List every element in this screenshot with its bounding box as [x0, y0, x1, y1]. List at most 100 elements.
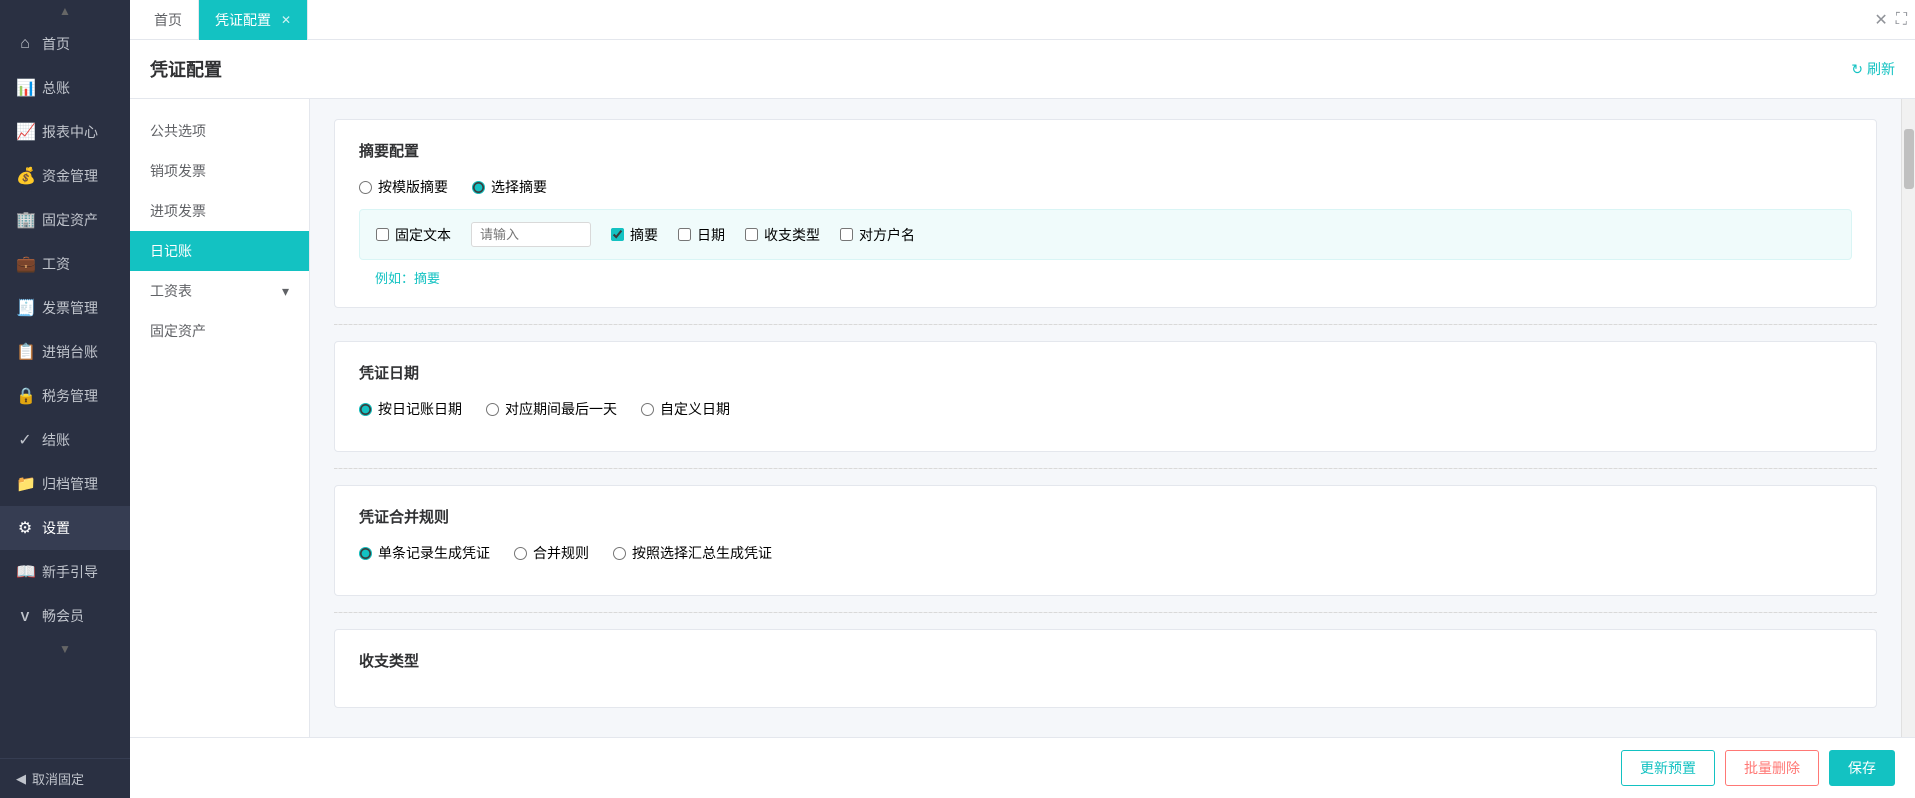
ledger-icon: 📊 — [16, 78, 34, 98]
income-type-section: 收支类型 — [334, 629, 1877, 708]
payroll-expand-icon: ▾ — [282, 283, 289, 300]
summary-radio-select-input[interactable] — [472, 181, 485, 194]
batch-delete-button[interactable]: 批量删除 — [1725, 750, 1819, 786]
tab-voucher[interactable]: 凭证配置 ✕ — [199, 0, 308, 40]
refresh-button[interactable]: ↻ 刷新 — [1851, 59, 1895, 79]
sidebar-item-reports[interactable]: 📈 报表中心 — [0, 110, 130, 154]
reports-icon: 📈 — [16, 122, 34, 142]
pin-icon: ◀ — [16, 771, 26, 787]
nav-public-options[interactable]: 公共选项 — [130, 111, 309, 151]
archive-icon: 📁 — [16, 474, 34, 494]
date-radio-period-last-input[interactable] — [486, 403, 499, 416]
scrollbar-track[interactable] — [1901, 99, 1915, 737]
merge-radio-summary-gen[interactable]: 按照选择汇总生成凭证 — [613, 543, 772, 563]
fixed-text-input[interactable] — [471, 222, 591, 247]
refresh-icon: ↻ — [1851, 61, 1863, 78]
sidebar-item-funds[interactable]: 💰 资金管理 — [0, 154, 130, 198]
tax-icon: 🔒 — [16, 386, 34, 406]
merge-radio-single[interactable]: 单条记录生成凭证 — [359, 543, 490, 563]
date-radio-journal-input[interactable] — [359, 403, 372, 416]
bottom-bar: 更新预置 批量删除 保存 — [130, 737, 1915, 798]
checkbox-date-input[interactable] — [678, 228, 691, 241]
date-radio-custom[interactable]: 自定义日期 — [641, 399, 730, 419]
sidebar-item-purchase[interactable]: 📋 进销台账 — [0, 330, 130, 374]
merge-radio-merge-input[interactable] — [514, 547, 527, 560]
merge-rules-radio-group: 单条记录生成凭证 合并规则 按照选择汇总生成凭证 — [359, 543, 1852, 563]
scrollbar-thumb[interactable] — [1904, 129, 1914, 189]
date-radio-custom-input[interactable] — [641, 403, 654, 416]
sidebar-item-tax[interactable]: 🔒 税务管理 — [0, 374, 130, 418]
page-title: 凭证配置 — [150, 56, 222, 82]
sidebar-item-settings[interactable]: ⚙ 设置 — [0, 506, 130, 550]
date-radio-journal[interactable]: 按日记账日期 — [359, 399, 462, 419]
nav-fixed-assets[interactable]: 固定资产 — [130, 311, 309, 351]
nav-journal[interactable]: 日记账 — [130, 231, 309, 271]
income-type-title: 收支类型 — [359, 650, 1852, 671]
divider-3 — [334, 612, 1877, 613]
summary-checkbox-group: 固定文本 摘要 日期 — [359, 209, 1852, 260]
minimize-button[interactable]: ✕ — [1874, 10, 1887, 30]
checkbox-counterpart-input[interactable] — [840, 228, 853, 241]
tab-bar: 首页 凭证配置 ✕ ✕ ⛶ — [130, 0, 1915, 40]
example-text: 例如：摘要 — [359, 268, 1852, 287]
sidebar-unpin-button[interactable]: ◀ 取消固定 — [0, 758, 130, 798]
divider-2 — [334, 468, 1877, 469]
summary-section-title: 摘要配置 — [359, 140, 1852, 161]
tab-close-voucher[interactable]: ✕ — [281, 13, 291, 27]
summary-config-section: 摘要配置 按模版摘要 选择摘要 — [334, 119, 1877, 308]
summary-radio-select[interactable]: 选择摘要 — [472, 177, 547, 197]
right-content: 摘要配置 按模版摘要 选择摘要 — [310, 99, 1901, 737]
sidebar-item-archive[interactable]: 📁 归档管理 — [0, 462, 130, 506]
assets-icon: 🏢 — [16, 210, 34, 230]
update-preview-button[interactable]: 更新预置 — [1621, 750, 1715, 786]
window-controls: ✕ ⛶ — [1874, 10, 1907, 30]
date-radio-period-last[interactable]: 对应期间最后一天 — [486, 399, 617, 419]
nav-sales-invoice[interactable]: 销项发票 — [130, 151, 309, 191]
nav-purchase-invoice[interactable]: 进项发票 — [130, 191, 309, 231]
sidebar-item-guide[interactable]: 📖 新手引导 — [0, 550, 130, 594]
page-content: 凭证配置 ↻ 刷新 公共选项 销项发票 进项发票 日记账 — [130, 40, 1915, 798]
vip-icon: V — [16, 609, 34, 624]
voucher-date-section: 凭证日期 按日记账日期 对应期间最后一天 — [334, 341, 1877, 452]
sidebar-item-ledger[interactable]: 📊 总账 — [0, 66, 130, 110]
checkbox-income-type-input[interactable] — [745, 228, 758, 241]
sidebar-item-invoice[interactable]: 🧾 发票管理 — [0, 286, 130, 330]
voucher-date-title: 凭证日期 — [359, 362, 1852, 383]
merge-rules-title: 凭证合并规则 — [359, 506, 1852, 527]
checkbox-fixed-text[interactable]: 固定文本 — [376, 225, 451, 245]
merge-rules-section: 凭证合并规则 单条记录生成凭证 合并规则 — [334, 485, 1877, 596]
checkout-icon: ✓ — [16, 430, 34, 450]
sidebar-item-salary[interactable]: 💼 工资 — [0, 242, 130, 286]
summary-radio-template-input[interactable] — [359, 181, 372, 194]
left-nav: 公共选项 销项发票 进项发票 日记账 工资表 ▾ 固定资产 — [130, 99, 310, 737]
nav-payroll[interactable]: 工资表 ▾ — [130, 271, 309, 311]
checkbox-date[interactable]: 日期 — [678, 225, 725, 245]
checkbox-summary[interactable]: 摘要 — [611, 225, 658, 245]
sidebar-item-checkout[interactable]: ✓ 结账 — [0, 418, 130, 462]
maximize-button[interactable]: ⛶ — [1896, 11, 1907, 29]
checkbox-income-type[interactable]: 收支类型 — [745, 225, 820, 245]
summary-radio-template[interactable]: 按模版摘要 — [359, 177, 448, 197]
save-button[interactable]: 保存 — [1829, 750, 1895, 786]
merge-radio-summary-gen-input[interactable] — [613, 547, 626, 560]
salary-icon: 💼 — [16, 254, 34, 274]
checkbox-counterpart[interactable]: 对方户名 — [840, 225, 915, 245]
home-icon: ⌂ — [16, 35, 34, 53]
sidebar-scroll-up[interactable]: ▲ — [0, 0, 130, 22]
sidebar-item-vip[interactable]: V 畅会员 — [0, 594, 130, 638]
sidebar: ▲ ⌂ 首页 📊 总账 📈 报表中心 💰 资金管理 🏢 固定资产 💼 工资 🧾 … — [0, 0, 130, 798]
sidebar-scroll-down[interactable]: ▼ — [0, 638, 130, 660]
funds-icon: 💰 — [16, 166, 34, 186]
sidebar-item-assets[interactable]: 🏢 固定资产 — [0, 198, 130, 242]
merge-radio-merge[interactable]: 合并规则 — [514, 543, 589, 563]
body-layout: 公共选项 销项发票 进项发票 日记账 工资表 ▾ 固定资产 — [130, 99, 1915, 737]
checkbox-summary-input[interactable] — [611, 228, 624, 241]
settings-icon: ⚙ — [16, 518, 34, 538]
checkbox-fixed-text-input[interactable] — [376, 228, 389, 241]
main-area: 首页 凭证配置 ✕ ✕ ⛶ 凭证配置 ↻ 刷新 公共选项 — [130, 0, 1915, 798]
divider-1 — [334, 324, 1877, 325]
invoice-icon: 🧾 — [16, 298, 34, 318]
sidebar-item-home[interactable]: ⌂ 首页 — [0, 22, 130, 66]
merge-radio-single-input[interactable] — [359, 547, 372, 560]
tab-home[interactable]: 首页 — [138, 0, 199, 40]
